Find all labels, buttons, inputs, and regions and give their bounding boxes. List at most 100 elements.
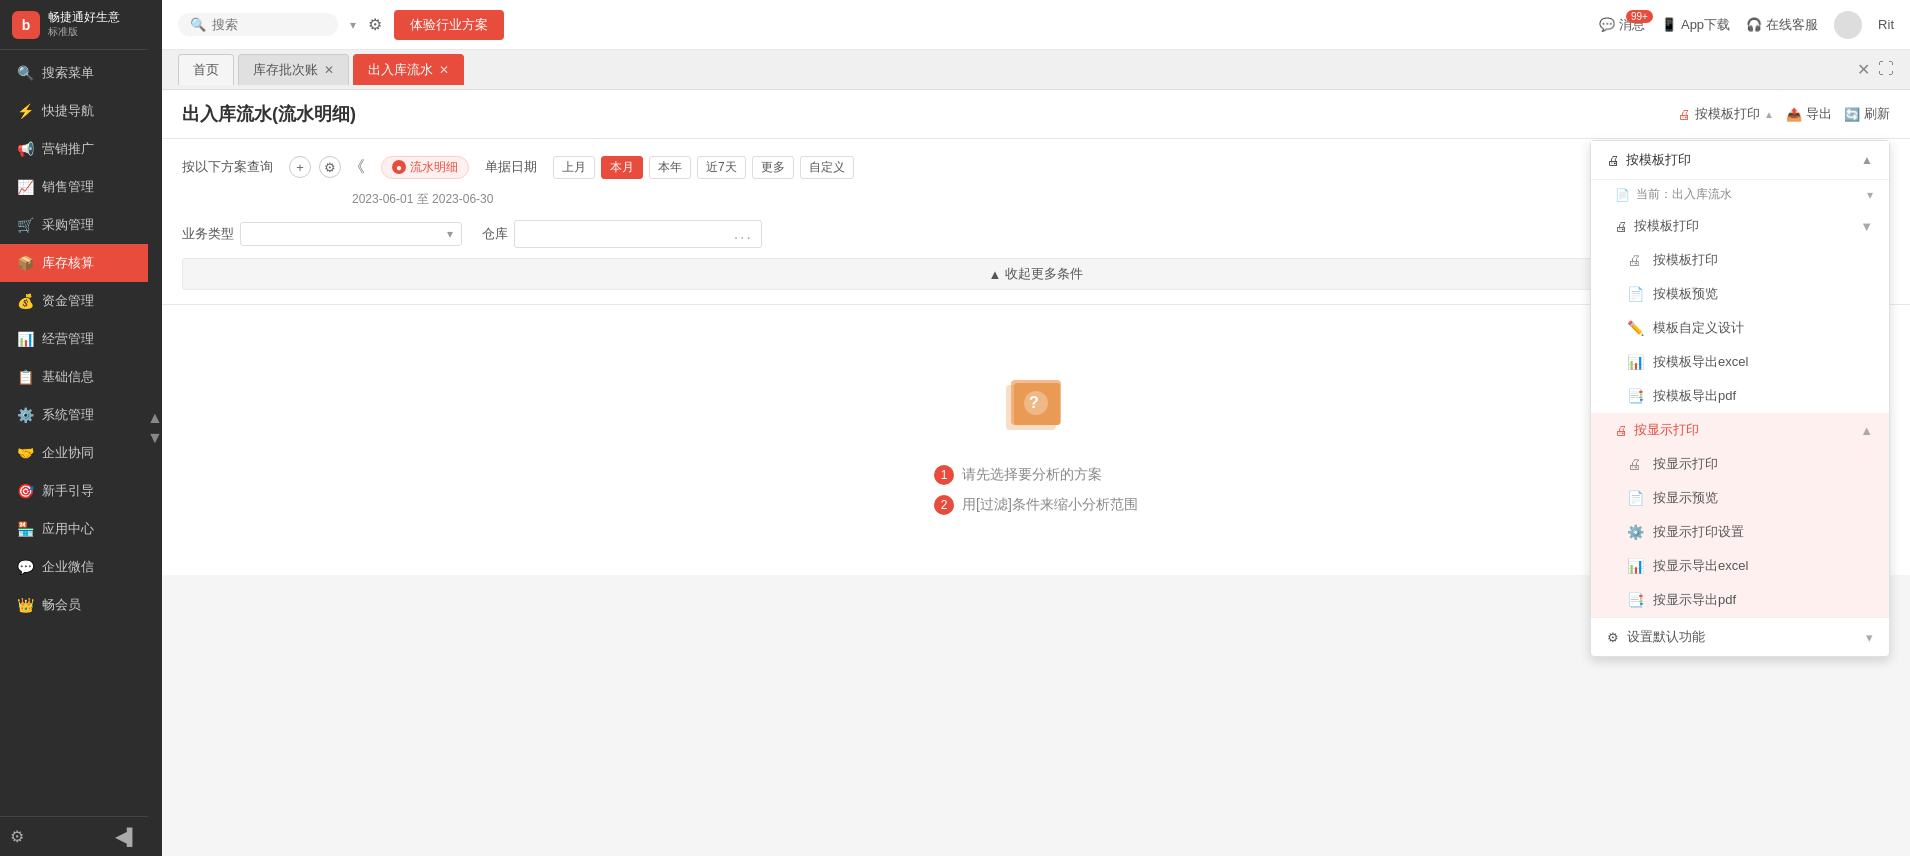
sidebar-label-marketing: 营销推广 bbox=[42, 140, 94, 158]
business-type-field: 业务类型 ▾ bbox=[182, 222, 462, 246]
dropdown-sections: 🖨按模板打印▼🖨按模板打印📄按模板预览✏️模板自定义设计📊按模板导出excel📑… bbox=[1591, 209, 1889, 617]
section-header-template-print[interactable]: 🖨按模板打印▼ bbox=[1591, 209, 1889, 243]
search-chevron-icon[interactable]: ▾ bbox=[350, 18, 356, 32]
sidebar-label-sales: 销售管理 bbox=[42, 178, 94, 196]
sidebar-item-vip[interactable]: 👑 畅会员 bbox=[0, 586, 148, 624]
sidebar-item-operation[interactable]: 📊经营管理 bbox=[0, 320, 148, 358]
sidebar-item-marketing[interactable]: 📢营销推广 bbox=[0, 130, 148, 168]
filter-setting-button[interactable]: ⚙ bbox=[319, 156, 341, 178]
date-btn-本月[interactable]: 本月 bbox=[601, 156, 643, 179]
sidebar-label-vip: 畅会员 bbox=[42, 596, 81, 614]
warehouse-select[interactable]: ... bbox=[514, 220, 762, 248]
dropdown-item-template-pdf[interactable]: 📑按模板导出pdf bbox=[1591, 379, 1889, 413]
item-icon-display-pdf: 📑 bbox=[1627, 592, 1645, 608]
username-label[interactable]: Rit bbox=[1878, 17, 1894, 32]
phone-icon: 📱 bbox=[1661, 17, 1677, 32]
filter-actions: + ⚙ 《 bbox=[289, 156, 365, 178]
filter-add-button[interactable]: + bbox=[289, 156, 311, 178]
tab-batch[interactable]: 库存批次账✕ bbox=[238, 54, 349, 85]
sidebar-item-finance[interactable]: 💰资金管理 bbox=[0, 282, 148, 320]
shortcut-icon: ⚡ bbox=[16, 102, 34, 120]
message-button[interactable]: 💬 消息 99+ bbox=[1599, 16, 1645, 34]
tab-close-flow[interactable]: ✕ bbox=[439, 63, 449, 77]
business-type-select[interactable]: ▾ bbox=[240, 222, 462, 246]
sidebar-item-wechat[interactable]: 💬企业微信 bbox=[0, 548, 148, 586]
step-1-text: 请先选择要分析的方案 bbox=[962, 466, 1102, 484]
main-area: 🔍 ▾ ⚙ 体验行业方案 💬 消息 99+ 📱 App下载 🎧 在线客服 Rit bbox=[162, 0, 1910, 856]
dropdown-item-display-excel[interactable]: 📊按显示导出excel bbox=[1591, 549, 1889, 583]
sidebar-item-inventory[interactable]: 📦库存核算 bbox=[0, 244, 148, 282]
sidebar-item-appstore[interactable]: 🏪应用中心 bbox=[0, 510, 148, 548]
date-btn-上月[interactable]: 上月 bbox=[553, 156, 595, 179]
dropdown-item-display-preview[interactable]: 📄按显示预览 bbox=[1591, 481, 1889, 515]
date-btn-更多[interactable]: 更多 bbox=[752, 156, 794, 179]
sidebar-item-sales[interactable]: 📈销售管理 bbox=[0, 168, 148, 206]
dropdown-item-template-preview[interactable]: 📄按模板预览 bbox=[1591, 277, 1889, 311]
dropdown-item-template-excel[interactable]: 📊按模板导出excel bbox=[1591, 345, 1889, 379]
sidebar-label-purchase: 采购管理 bbox=[42, 216, 94, 234]
date-btn-自定义[interactable]: 自定义 bbox=[800, 156, 854, 179]
svg-text:?: ? bbox=[1029, 394, 1039, 411]
sidebar-label-inventory: 库存核算 bbox=[42, 254, 94, 272]
item-icon-template-preview: 📄 bbox=[1627, 286, 1645, 302]
wechat-icon: 💬 bbox=[16, 558, 34, 576]
refresh-button[interactable]: 🔄 刷新 bbox=[1844, 105, 1890, 123]
sidebar-item-system[interactable]: ⚙️系统管理 bbox=[0, 396, 148, 434]
date-btn-本年[interactable]: 本年 bbox=[649, 156, 691, 179]
item-icon-template-print-item: 🖨 bbox=[1627, 252, 1645, 268]
search-input[interactable] bbox=[212, 17, 326, 32]
tab-home[interactable]: 首页 bbox=[178, 54, 234, 85]
warehouse-field: 仓库 ... bbox=[482, 220, 762, 248]
topbar-gear-icon[interactable]: ⚙ bbox=[368, 15, 382, 34]
app-download-button[interactable]: 📱 App下载 bbox=[1661, 16, 1730, 34]
collapse-sidebar-icon[interactable]: ◀▌ bbox=[115, 827, 138, 846]
avatar[interactable] bbox=[1834, 11, 1862, 39]
dropdown-item-template-print-item[interactable]: 🖨按模板打印 bbox=[1591, 243, 1889, 277]
current-arrow-icon: ▾ bbox=[1867, 188, 1873, 202]
page-header: 出入库流水(流水明细) 🖨 按模板打印 ▲ 📤 导出 🔄 刷新 bbox=[162, 90, 1910, 139]
business-type-arrow-icon: ▾ bbox=[447, 227, 453, 241]
section-display-print: 🖨按显示打印▲🖨按显示打印📄按显示预览⚙️按显示打印设置📊按显示导出excel📑… bbox=[1591, 413, 1889, 617]
page-content: 出入库流水(流水明细) 🖨 按模板打印 ▲ 📤 导出 🔄 刷新 bbox=[162, 90, 1910, 856]
date-btn-近7天[interactable]: 近7天 bbox=[697, 156, 746, 179]
tab-label-flow: 出入库流水 bbox=[368, 61, 433, 79]
sidebar-bottom: ⚙ ◀▌ bbox=[0, 816, 148, 856]
dropdown-item-template-custom[interactable]: ✏️模板自定义设计 bbox=[1591, 311, 1889, 345]
filter-collapse-button[interactable]: 《 bbox=[349, 157, 365, 178]
sidebar-item-guide[interactable]: 🎯新手引导 bbox=[0, 472, 148, 510]
tab-flow[interactable]: 出入库流水 ✕ bbox=[353, 54, 464, 85]
filter-tag-icon: ● bbox=[392, 160, 406, 174]
warehouse-more-icon[interactable]: ... bbox=[734, 225, 753, 243]
step-1-number: 1 bbox=[934, 465, 954, 485]
print-template-button[interactable]: 🖨 按模板打印 ▲ bbox=[1678, 105, 1774, 123]
export-button[interactable]: 📤 导出 bbox=[1786, 105, 1832, 123]
online-service-button[interactable]: 🎧 在线客服 bbox=[1746, 16, 1818, 34]
dropdown-footer[interactable]: ⚙ 设置默认功能 ▾ bbox=[1591, 617, 1889, 656]
vip-icon: 👑 bbox=[16, 596, 34, 614]
close-all-tabs-icon[interactable]: ✕ bbox=[1857, 60, 1870, 79]
business-type-label: 业务类型 bbox=[182, 225, 234, 243]
item-icon-display-print-settings: ⚙️ bbox=[1627, 524, 1645, 540]
dropdown-item-display-print-settings[interactable]: ⚙️按显示打印设置 bbox=[1591, 515, 1889, 549]
refresh-icon: 🔄 bbox=[1844, 107, 1860, 122]
footer-arrow-icon: ▾ bbox=[1866, 630, 1873, 645]
search-box[interactable]: 🔍 bbox=[178, 13, 338, 36]
dropdown-item-display-print-item[interactable]: 🖨按显示打印 bbox=[1591, 447, 1889, 481]
sidebar-item-basic[interactable]: 📋基础信息 bbox=[0, 358, 148, 396]
sidebar-item-shortcut[interactable]: ⚡快捷导航 bbox=[0, 92, 148, 130]
dropdown-collapse-icon[interactable]: ▲ bbox=[1861, 153, 1873, 167]
sidebar-item-cooperation[interactable]: 🤝企业协同 bbox=[0, 434, 148, 472]
maximize-icon[interactable]: ⛶ bbox=[1878, 60, 1894, 79]
tab-close-batch[interactable]: ✕ bbox=[324, 63, 334, 77]
section-header-display-print[interactable]: 🖨按显示打印▲ bbox=[1591, 413, 1889, 447]
message-icon: 💬 bbox=[1599, 17, 1615, 32]
finance-icon: 💰 bbox=[16, 292, 34, 310]
sidebar-item-purchase[interactable]: 🛒采购管理 bbox=[0, 206, 148, 244]
sidebar-label-cooperation: 企业协同 bbox=[42, 444, 94, 462]
tabs-bar: 首页库存批次账✕ 出入库流水 ✕ ✕ ⛶ bbox=[162, 50, 1910, 90]
settings-icon[interactable]: ⚙ bbox=[10, 827, 24, 846]
trial-button[interactable]: 体验行业方案 bbox=[394, 10, 504, 40]
dropdown-item-display-pdf[interactable]: 📑按显示导出pdf bbox=[1591, 583, 1889, 617]
sidebar-item-search[interactable]: 🔍搜索菜单 bbox=[0, 54, 148, 92]
appstore-icon: 🏪 bbox=[16, 520, 34, 538]
